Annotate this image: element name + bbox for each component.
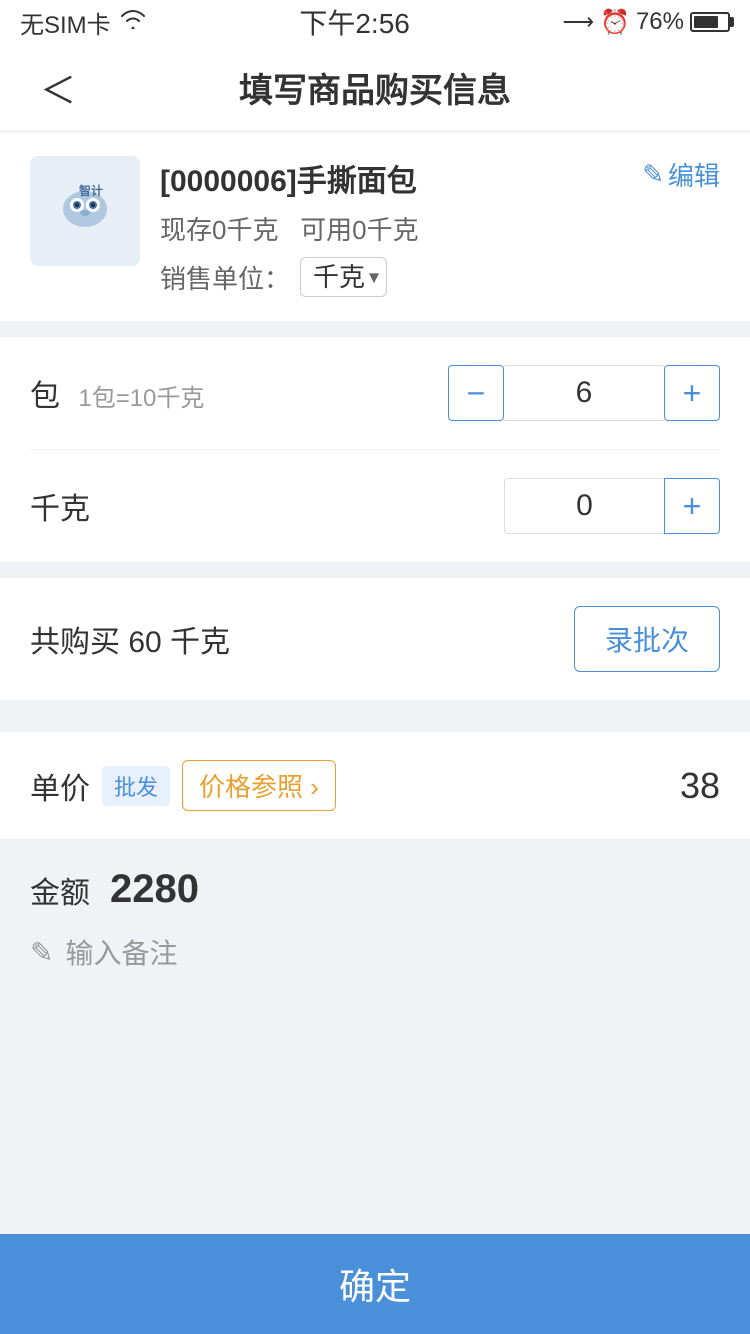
product-image: 智计 (30, 156, 140, 266)
kg-input[interactable] (504, 478, 664, 534)
batch-button[interactable]: 录批次 (574, 606, 720, 672)
kg-quantity-row: 千克 + (30, 450, 720, 562)
note-label: 输入备注 (65, 932, 177, 972)
confirm-button-label: 确定 (339, 1258, 411, 1310)
package-increment-button[interactable]: + (664, 365, 720, 421)
package-quantity-row: 包 1包=10千克 − + (30, 337, 720, 450)
nav-bar: ＜ 填写商品购买信息 (0, 44, 750, 132)
price-ref-button[interactable]: 价格参照 › (182, 760, 336, 811)
bottom-spacer (0, 1139, 750, 1239)
note-row[interactable]: ✎ 输入备注 (30, 932, 720, 972)
back-button[interactable]: ＜ (30, 52, 86, 124)
kg-controls: + (504, 478, 720, 534)
total-text: 共购买 60 千克 (30, 617, 230, 661)
price-section: 单价 批发 价格参照 › 38 (0, 732, 750, 839)
amount-value: 2280 (110, 867, 199, 912)
status-left: 无SIM卡 (20, 5, 147, 40)
product-card: 智计 [0000006]手撕面包 ✎ 编辑 现存0千克 可用0千克 销售单位： … (0, 132, 750, 321)
battery-icon (690, 12, 730, 32)
location-icon: ⟶ (563, 9, 595, 35)
pencil-icon: ✎ (30, 936, 53, 969)
product-info: [0000006]手撕面包 ✎ 编辑 现存0千克 可用0千克 销售单位： 千克 (160, 156, 720, 297)
amount-label: 金额 (30, 868, 90, 912)
kg-label: 千克 (30, 484, 504, 528)
product-name: [0000006]手撕面包 (160, 156, 417, 200)
price-type-tag: 批发 (102, 766, 170, 806)
package-input[interactable] (504, 365, 664, 421)
time-display: 下午2:56 (299, 2, 410, 42)
total-section: 共购买 60 千克 录批次 (0, 578, 750, 700)
status-right: ⟶ ⏰ 76% (563, 8, 730, 37)
package-controls: − + (448, 365, 720, 421)
product-unit: 销售单位： 千克 (160, 257, 720, 297)
product-header: [0000006]手撕面包 ✎ 编辑 (160, 156, 720, 210)
amount-row: 金额 2280 (30, 867, 720, 912)
wifi-icon (119, 8, 147, 37)
product-logo-icon: 智计 (55, 181, 115, 241)
confirm-button[interactable]: 确定 (0, 1234, 750, 1334)
edit-icon: ✎ (642, 159, 664, 190)
quantity-section: 包 1包=10千克 − + 千克 + (0, 337, 750, 562)
kg-increment-button[interactable]: + (664, 478, 720, 534)
status-bar: 无SIM卡 下午2:56 ⟶ ⏰ 76% (0, 0, 750, 44)
package-label: 包 1包=10千克 (30, 371, 448, 415)
separator-2 (0, 716, 750, 732)
amount-section: 金额 2280 ✎ 输入备注 (0, 839, 750, 1139)
package-hint: 1包=10千克 (78, 385, 204, 412)
edit-button[interactable]: ✎ 编辑 (642, 156, 720, 193)
battery-percent: 76% (636, 8, 684, 36)
product-stock: 现存0千克 可用0千克 (160, 210, 720, 247)
alarm-icon: ⏰ (600, 8, 630, 37)
separator-1 (0, 562, 750, 578)
price-row: 单价 批发 价格参照 › 38 (30, 760, 720, 811)
carrier-text: 无SIM卡 (20, 5, 111, 40)
price-label: 单价 批发 价格参照 › (30, 760, 336, 811)
svg-text:智计: 智计 (78, 183, 103, 198)
unit-select-wrapper[interactable]: 千克 (300, 257, 387, 297)
price-value: 38 (680, 765, 720, 807)
package-decrement-button[interactable]: − (448, 365, 504, 421)
page-title: 填写商品购买信息 (239, 63, 511, 112)
unit-select[interactable]: 千克 (300, 257, 387, 297)
